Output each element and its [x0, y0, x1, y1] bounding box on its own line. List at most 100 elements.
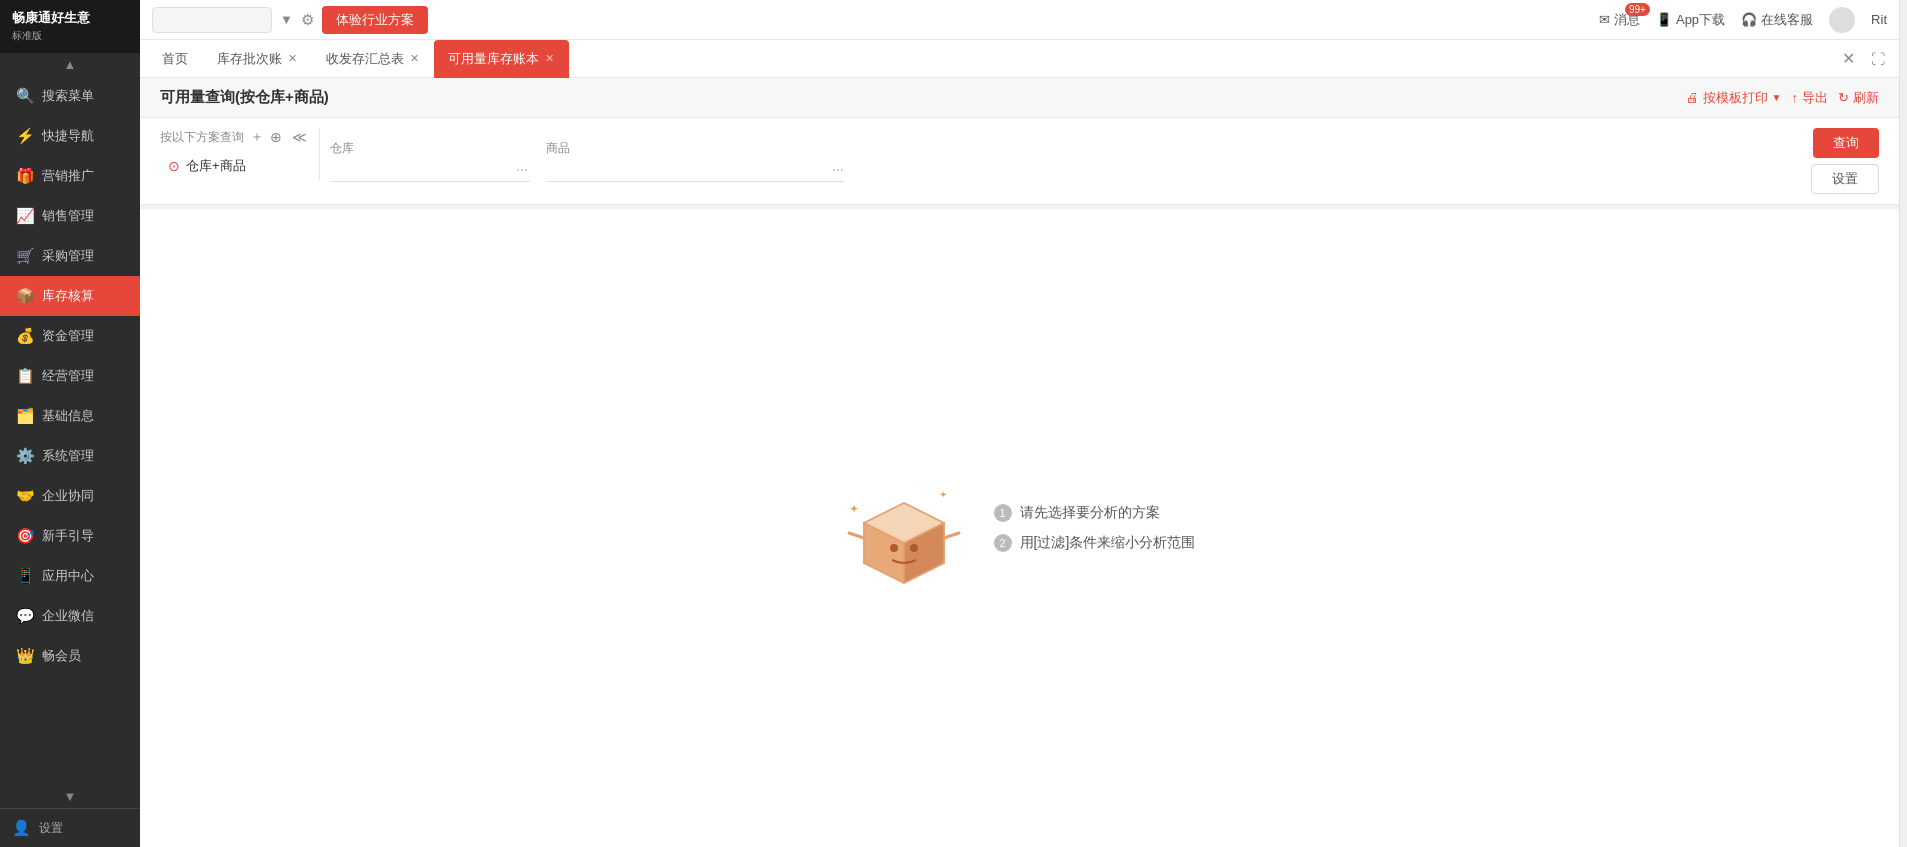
topbar-right: ✉ 消息 99+ 📱 App下载 🎧 在线客服 Rit [1599, 7, 1887, 33]
sidebar-item-basic[interactable]: 🗂️ 基础信息 [0, 396, 140, 436]
expand-icon[interactable]: ⛶ [1865, 49, 1891, 69]
sidebar: 畅康通好生意 标准版 ▲ 🔍 搜索菜单 ⚡ 快捷导航 🎁 营销推广 📈 销售管理… [0, 0, 140, 847]
right-scrollbar[interactable] [1899, 0, 1907, 847]
sidebar-item-label: 企业微信 [42, 607, 94, 625]
export-label: 导出 [1802, 89, 1828, 107]
product-input[interactable] [546, 162, 826, 177]
svg-text:✦: ✦ [939, 489, 947, 500]
cart-icon: 🛒 [16, 247, 34, 265]
template-print-button[interactable]: 🖨 按模板打印 ▼ [1686, 89, 1782, 107]
close-icon[interactable]: ✕ [288, 52, 297, 65]
sidebar-item-label: 畅会员 [42, 647, 81, 665]
sidebar-item-cooperation[interactable]: 🤝 企业协同 [0, 476, 140, 516]
filter-scheme-panel: 按以下方案查询 ＋ ⊕ ≪ ⊙ 仓库+商品 [160, 128, 320, 180]
export-button[interactable]: ↑ 导出 [1792, 89, 1829, 107]
dropdown-arrow-icon[interactable]: ▼ [280, 12, 293, 27]
sidebar-scroll-up[interactable]: ▲ [0, 53, 140, 76]
sidebar-item-sales[interactable]: 📈 销售管理 [0, 196, 140, 236]
product-more-icon[interactable]: ··· [832, 161, 844, 177]
svg-point-5 [910, 544, 918, 552]
sidebar-item-label: 基础信息 [42, 407, 94, 425]
close-icon[interactable]: ✕ [545, 52, 554, 65]
warehouse-more-icon[interactable]: ··· [516, 161, 528, 177]
inventory-icon: 📦 [16, 287, 34, 305]
svg-text:✦: ✦ [849, 502, 859, 516]
sidebar-item-search[interactable]: 🔍 搜索菜单 [0, 76, 140, 116]
printer-icon: 🖨 [1686, 90, 1699, 105]
sidebar-item-wechat[interactable]: 💬 企业微信 [0, 596, 140, 636]
close-icon[interactable]: ✕ [410, 52, 419, 65]
avatar[interactable] [1829, 7, 1855, 33]
sidebar-item-shortcut[interactable]: ⚡ 快捷导航 [0, 116, 140, 156]
search-input[interactable] [152, 7, 272, 33]
add-scheme-icon[interactable]: ＋ [250, 128, 264, 146]
tab-available-label: 可用量库存账本 [448, 50, 539, 68]
sidebar-scroll-down[interactable]: ▼ [0, 785, 140, 808]
refresh-icon: ↻ [1838, 90, 1849, 105]
product-input-row: ··· [546, 161, 844, 182]
message-button[interactable]: ✉ 消息 99+ [1599, 11, 1640, 29]
empty-step1-text: 请先选择要分析的方案 [1020, 504, 1160, 522]
scheme-item-icon: ⊙ [168, 158, 180, 174]
empty-illustration: ✦ ✦ · [844, 468, 964, 588]
sidebar-item-member[interactable]: 👑 畅会员 [0, 636, 140, 676]
sidebar-item-inventory[interactable]: 📦 库存核算 [0, 276, 140, 316]
gear-icon: ⚙️ [16, 447, 34, 465]
main-area: ▼ ⚙ 体验行业方案 ✉ 消息 99+ 📱 App下载 🎧 在线客服 Rit 首… [140, 0, 1899, 847]
sidebar-item-label: 企业协同 [42, 487, 94, 505]
sidebar-footer[interactable]: 👤 设置 [0, 808, 140, 847]
sidebar-item-label: 经营管理 [42, 367, 94, 385]
page-header: 可用量查询(按仓库+商品) 🖨 按模板打印 ▼ ↑ 导出 ↻ 刷新 [140, 78, 1899, 118]
sidebar-item-system[interactable]: ⚙️ 系统管理 [0, 436, 140, 476]
tab-batch[interactable]: 库存批次账 ✕ [203, 40, 312, 78]
tab-summary[interactable]: 收发存汇总表 ✕ [312, 40, 434, 78]
sidebar-item-label: 系统管理 [42, 447, 94, 465]
sidebar-item-operation[interactable]: 📋 经营管理 [0, 356, 140, 396]
sidebar-item-label: 库存核算 [42, 287, 94, 305]
filter-scheme-label: 按以下方案查询 ＋ ⊕ ≪ [160, 128, 307, 146]
filter-scheme-item-label: 仓库+商品 [186, 157, 246, 175]
online-service-button[interactable]: 🎧 在线客服 [1741, 11, 1813, 29]
warehouse-input-row: ··· [330, 161, 530, 182]
gift-icon: 🎁 [16, 167, 34, 185]
sidebar-item-finance[interactable]: 💰 资金管理 [0, 316, 140, 356]
empty-step-2: 2 用[过滤]条件来缩小分析范围 [994, 534, 1196, 552]
message-icon: ✉ [1599, 12, 1610, 27]
sidebar-item-newbie[interactable]: 🎯 新手引导 [0, 516, 140, 556]
sidebar-item-label: 搜索菜单 [42, 87, 94, 105]
warehouse-input[interactable] [330, 162, 510, 177]
sidebar-item-appcenter[interactable]: 📱 应用中心 [0, 556, 140, 596]
tab-available[interactable]: 可用量库存账本 ✕ [434, 40, 569, 78]
query-button[interactable]: 查询 [1813, 128, 1879, 158]
dropdown-icon[interactable]: ▼ [1772, 92, 1782, 103]
sidebar-item-marketing[interactable]: 🎁 营销推广 [0, 156, 140, 196]
crown-icon: 👑 [16, 647, 34, 665]
collapse-icon[interactable]: ≪ [292, 129, 307, 145]
svg-line-6 [849, 533, 864, 538]
topbar: ▼ ⚙ 体验行业方案 ✉ 消息 99+ 📱 App下载 🎧 在线客服 Rit [140, 0, 1899, 40]
money-icon: 💰 [16, 327, 34, 345]
page-title: 可用量查询(按仓库+商品) [160, 88, 329, 107]
template-print-label: 按模板打印 [1703, 89, 1768, 107]
tab-home[interactable]: 首页 [148, 40, 203, 78]
sidebar-item-purchase[interactable]: 🛒 采购管理 [0, 236, 140, 276]
close-all-tabs-button[interactable]: ✕ [1836, 47, 1861, 70]
refresh-button[interactable]: ↻ 刷新 [1838, 89, 1879, 107]
sidebar-brand: 畅康通好生意 [12, 10, 128, 27]
export-icon: ↑ [1792, 90, 1799, 105]
username-label[interactable]: Rit [1871, 12, 1887, 27]
folder-icon: 🗂️ [16, 407, 34, 425]
phone-icon: 📱 [1656, 12, 1672, 27]
shortcut-icon: ⚡ [16, 127, 34, 145]
svg-point-4 [890, 544, 898, 552]
column-settings-button[interactable]: 设置 [1811, 164, 1879, 194]
filter-scheme-item[interactable]: ⊙ 仓库+商品 [160, 152, 307, 180]
scheme-settings-icon[interactable]: ⊕ [270, 129, 282, 145]
settings-icon[interactable]: ⚙ [301, 11, 314, 29]
app-download-button[interactable]: 📱 App下载 [1656, 11, 1725, 29]
handshake-icon: 🤝 [16, 487, 34, 505]
message-badge: 99+ [1625, 3, 1650, 16]
service-icon: 🎧 [1741, 12, 1757, 27]
warehouse-label: 仓库 [330, 140, 530, 157]
industry-solution-button[interactable]: 体验行业方案 [322, 6, 428, 34]
